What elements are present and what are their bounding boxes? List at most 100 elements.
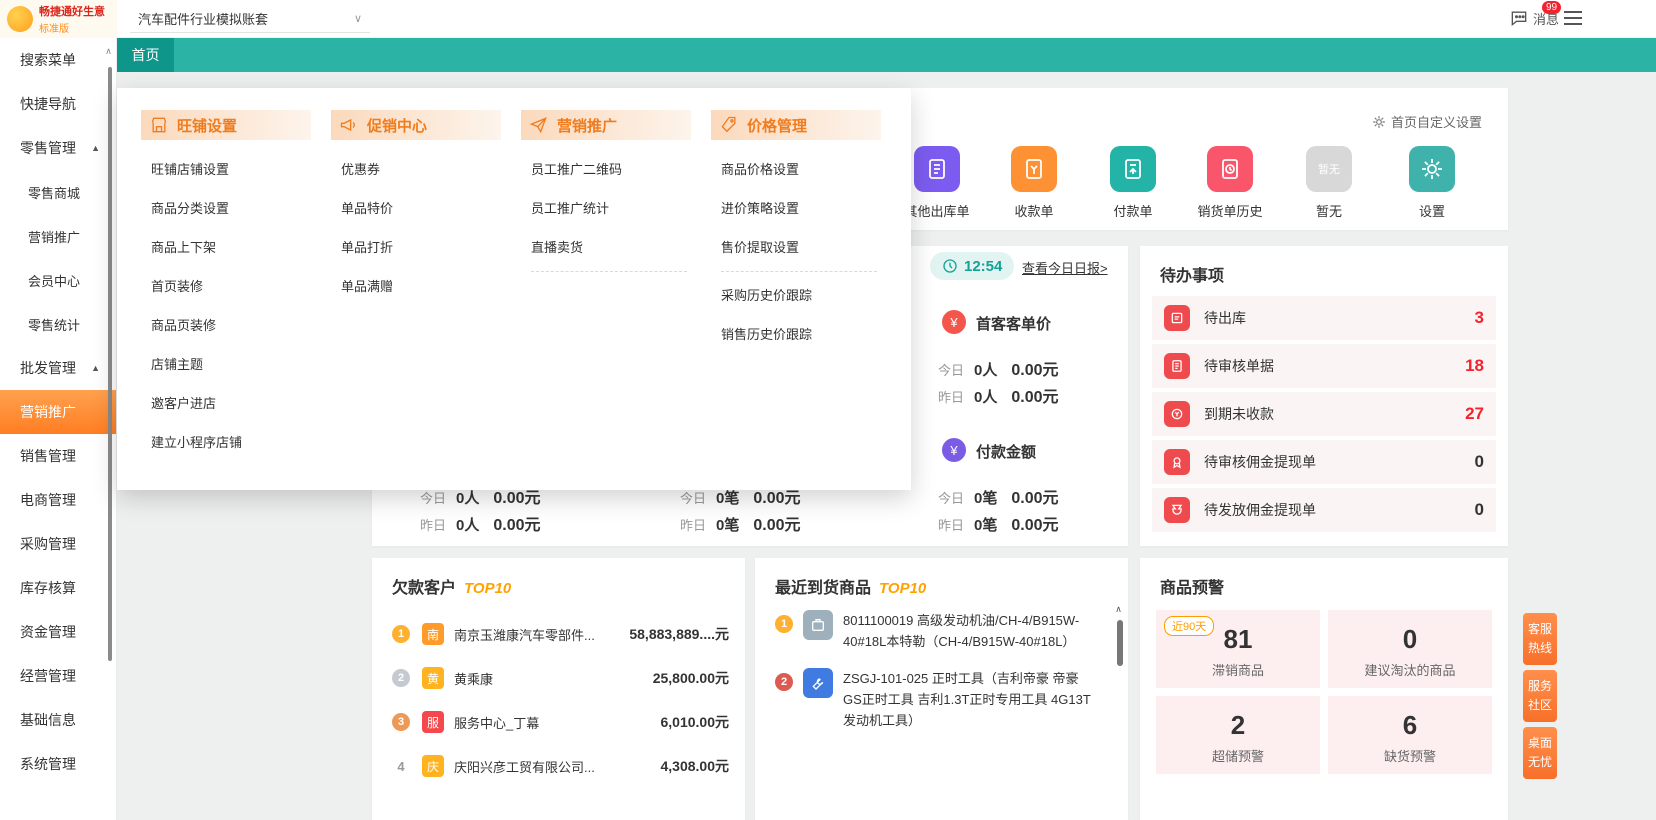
- message-bubble-icon: [1511, 11, 1527, 27]
- todo-title: 待办事项: [1160, 268, 1225, 285]
- mega-menu-item[interactable]: 单品打折: [331, 228, 501, 267]
- side-tab-customer-service[interactable]: 客服热线: [1523, 613, 1557, 665]
- sidebar-item-operations-management[interactable]: 经营管理: [0, 654, 116, 698]
- mega-menu-item[interactable]: 旺铺店铺设置: [141, 150, 311, 189]
- yesterday-label: 昨日: [420, 518, 447, 533]
- alert-box-stockout[interactable]: 6 缺货预警: [1328, 696, 1492, 774]
- scrollbar-thumb[interactable]: [1117, 620, 1123, 666]
- mega-menu-header: 促销中心: [331, 110, 501, 140]
- messages-badge: 99: [1542, 1, 1562, 14]
- stat-row: 昨日 0笔 0.00元: [680, 511, 801, 535]
- mega-menu-item[interactable]: 采购历史价跟踪: [711, 276, 881, 315]
- sidebar-item-marketing-promotion[interactable]: 营销推广: [0, 390, 116, 434]
- debt-customer-row[interactable]: 2 黄 黄乘康 25,800.00元: [392, 656, 729, 700]
- mega-menu-item[interactable]: 邀客户进店: [141, 384, 311, 423]
- gear-icon: [1373, 115, 1385, 128]
- mega-menu-item[interactable]: 优惠券: [331, 150, 501, 189]
- home-customize-label: 首页自定义设置: [1390, 115, 1482, 130]
- stat-count: 0人: [974, 362, 998, 379]
- mega-menu-item[interactable]: 销售历史价跟踪: [711, 315, 881, 354]
- mega-menu-item[interactable]: 员工推广二维码: [521, 150, 691, 189]
- alert-label: 建议淘汰的商品: [1364, 663, 1456, 678]
- mega-menu-item[interactable]: 商品上下架: [141, 228, 311, 267]
- alert-box-overstock[interactable]: 2 超储预警: [1156, 696, 1320, 774]
- shortcut-sales-history[interactable]: 销货单历史: [1186, 146, 1274, 220]
- tab-home[interactable]: 首页: [117, 38, 174, 72]
- recent-goods-row[interactable]: 1 8011100019 高级发动机油/CH-4/B915W-40#18L本特勒…: [775, 610, 1098, 652]
- todo-item-pending-outbound[interactable]: 待出库 3: [1152, 296, 1496, 340]
- sidebar-item-retail-marketing[interactable]: 营销推广: [0, 214, 116, 258]
- debt-amount: 4,308.00元: [660, 758, 730, 774]
- todo-item-overdue-receivable[interactable]: 到期未收款 27: [1152, 392, 1496, 436]
- debt-customer-row[interactable]: 3 服 服务中心_丁幕 6,010.00元: [392, 700, 729, 744]
- mega-menu-item[interactable]: 商品分类设置: [141, 189, 311, 228]
- sidebar-item-wholesale-management[interactable]: 批发管理 ▲: [0, 346, 116, 390]
- mega-menu-item[interactable]: 店铺主题: [141, 345, 311, 384]
- sidebar-item-quick-nav[interactable]: 快捷导航: [0, 82, 116, 126]
- sidebar-item-ecommerce-management[interactable]: 电商管理: [0, 478, 116, 522]
- mega-menu-item[interactable]: 员工推广统计: [521, 189, 691, 228]
- daily-report-link[interactable]: 查看今日日报>: [1022, 258, 1108, 277]
- shortcut-payment[interactable]: 付款单: [1089, 146, 1177, 220]
- sidebar-scrollbar[interactable]: ∧: [102, 46, 115, 816]
- sidebar-item-sales-management[interactable]: 销售管理: [0, 434, 116, 478]
- sidebar-item-system-management[interactable]: 系统管理: [0, 742, 116, 786]
- app-logo[interactable]: 畅捷通好生意 标准版: [0, 0, 117, 38]
- sidebar-item-label: 批发管理: [20, 360, 76, 376]
- sidebar-item-search-menu[interactable]: 搜索菜单: [0, 38, 116, 82]
- mega-menu-item[interactable]: 单品满赠: [331, 267, 501, 306]
- stat-count: 0人: [974, 389, 998, 406]
- sidebar-item-retail-mall[interactable]: 零售商城: [0, 170, 116, 214]
- mega-menu-item[interactable]: 售价提取设置: [711, 228, 881, 267]
- app-title: 畅捷通好生意: [39, 6, 105, 18]
- yesterday-label: 昨日: [938, 390, 965, 405]
- home-customize-link[interactable]: 首页自定义设置: [1372, 112, 1482, 131]
- product-name: ZSGJ-101-025 正时工具（吉利帝豪 帝豪GS正时工具 吉利1.3T正时…: [843, 671, 1091, 728]
- mega-menu-item[interactable]: 直播卖货: [521, 228, 691, 267]
- sidebar-item-purchase-management[interactable]: 采购管理: [0, 522, 116, 566]
- topbar: 畅捷通好生意 标准版 汽车配件行业模拟账套 ∨ 99 消息: [0, 0, 1656, 38]
- sidebar-item-inventory-accounting[interactable]: 库存核算: [0, 566, 116, 610]
- mega-menu-item[interactable]: 建立小程序店铺: [141, 423, 311, 462]
- scroll-up-icon[interactable]: ∧: [1112, 604, 1125, 615]
- mega-menu-item[interactable]: 进价策略设置: [711, 189, 881, 228]
- mega-menu-item[interactable]: 首页装修: [141, 267, 311, 306]
- today-label: 今日: [420, 491, 447, 506]
- todo-item-commission-grant[interactable]: 待发放佣金提现单 0: [1152, 488, 1496, 532]
- stat-row: 昨日 0笔 0.00元: [938, 511, 1059, 535]
- todo-item-pending-audit[interactable]: 待审核单据 18: [1152, 344, 1496, 388]
- side-tab-service-community[interactable]: 服务社区: [1523, 670, 1557, 722]
- alert-box-slow-moving[interactable]: 近90天 81 滞销商品: [1156, 610, 1320, 688]
- alert-box-eliminate[interactable]: 0 建议淘汰的商品: [1328, 610, 1492, 688]
- debt-customer-row[interactable]: 1 南 南京玉潍康汽车零部件... 58,883,889....元: [392, 612, 729, 656]
- todo-item-commission-audit[interactable]: 待审核佣金提现单 0: [1152, 440, 1496, 484]
- scroll-up-icon[interactable]: ∧: [102, 46, 115, 57]
- side-tab-desktop-assist[interactable]: 桌面无忧: [1523, 727, 1557, 779]
- sidebar-item-funds-management[interactable]: 资金管理: [0, 610, 116, 654]
- recent-goods-row[interactable]: 2 ZSGJ-101-025 正时工具（吉利帝豪 帝豪GS正时工具 吉利1.3T…: [775, 668, 1098, 731]
- shortcut-settings[interactable]: 设置: [1388, 146, 1476, 220]
- shortcut-receipt[interactable]: 收款单: [990, 146, 1078, 220]
- stat-amount: 0.00元: [1011, 389, 1059, 406]
- mega-menu-item[interactable]: 商品价格设置: [711, 150, 881, 189]
- mega-menu-item[interactable]: 商品页装修: [141, 306, 311, 345]
- sidebar-item-basic-info[interactable]: 基础信息: [0, 698, 116, 742]
- debt-customers-list: 1 南 南京玉潍康汽车零部件... 58,883,889....元 2 黄 黄乘…: [372, 598, 745, 788]
- first-price-icon: ¥: [942, 310, 966, 334]
- debt-customer-row[interactable]: 4 庆 庆阳兴彦工贸有限公司... 4,308.00元: [392, 744, 729, 788]
- scrollbar-thumb[interactable]: [108, 67, 112, 661]
- mega-menu-item[interactable]: 单品特价: [331, 189, 501, 228]
- empty-slot-text: 暂无: [1318, 164, 1340, 176]
- debt-amount: 6,010.00元: [660, 714, 730, 730]
- rank-4-label: 4: [397, 758, 405, 774]
- menu-icon[interactable]: [1564, 11, 1582, 29]
- sidebar-item-retail-stats[interactable]: 零售统计: [0, 302, 116, 346]
- yesterday-label: 昨日: [680, 518, 707, 533]
- account-selector[interactable]: 汽车配件行业模拟账套 ∨: [130, 5, 370, 33]
- current-time: 12:54: [964, 257, 1003, 275]
- shortcut-empty[interactable]: 暂无 暂无: [1285, 146, 1373, 220]
- mega-menu-header: 价格管理: [711, 110, 881, 140]
- todo-panel: 待办事项 待出库 3 待审核单据 18 到期未收款 27 待审核佣金提现单 0 …: [1140, 246, 1508, 546]
- sidebar-item-member-center[interactable]: 会员中心: [0, 258, 116, 302]
- sidebar-item-retail-management[interactable]: 零售管理 ▲: [0, 126, 116, 170]
